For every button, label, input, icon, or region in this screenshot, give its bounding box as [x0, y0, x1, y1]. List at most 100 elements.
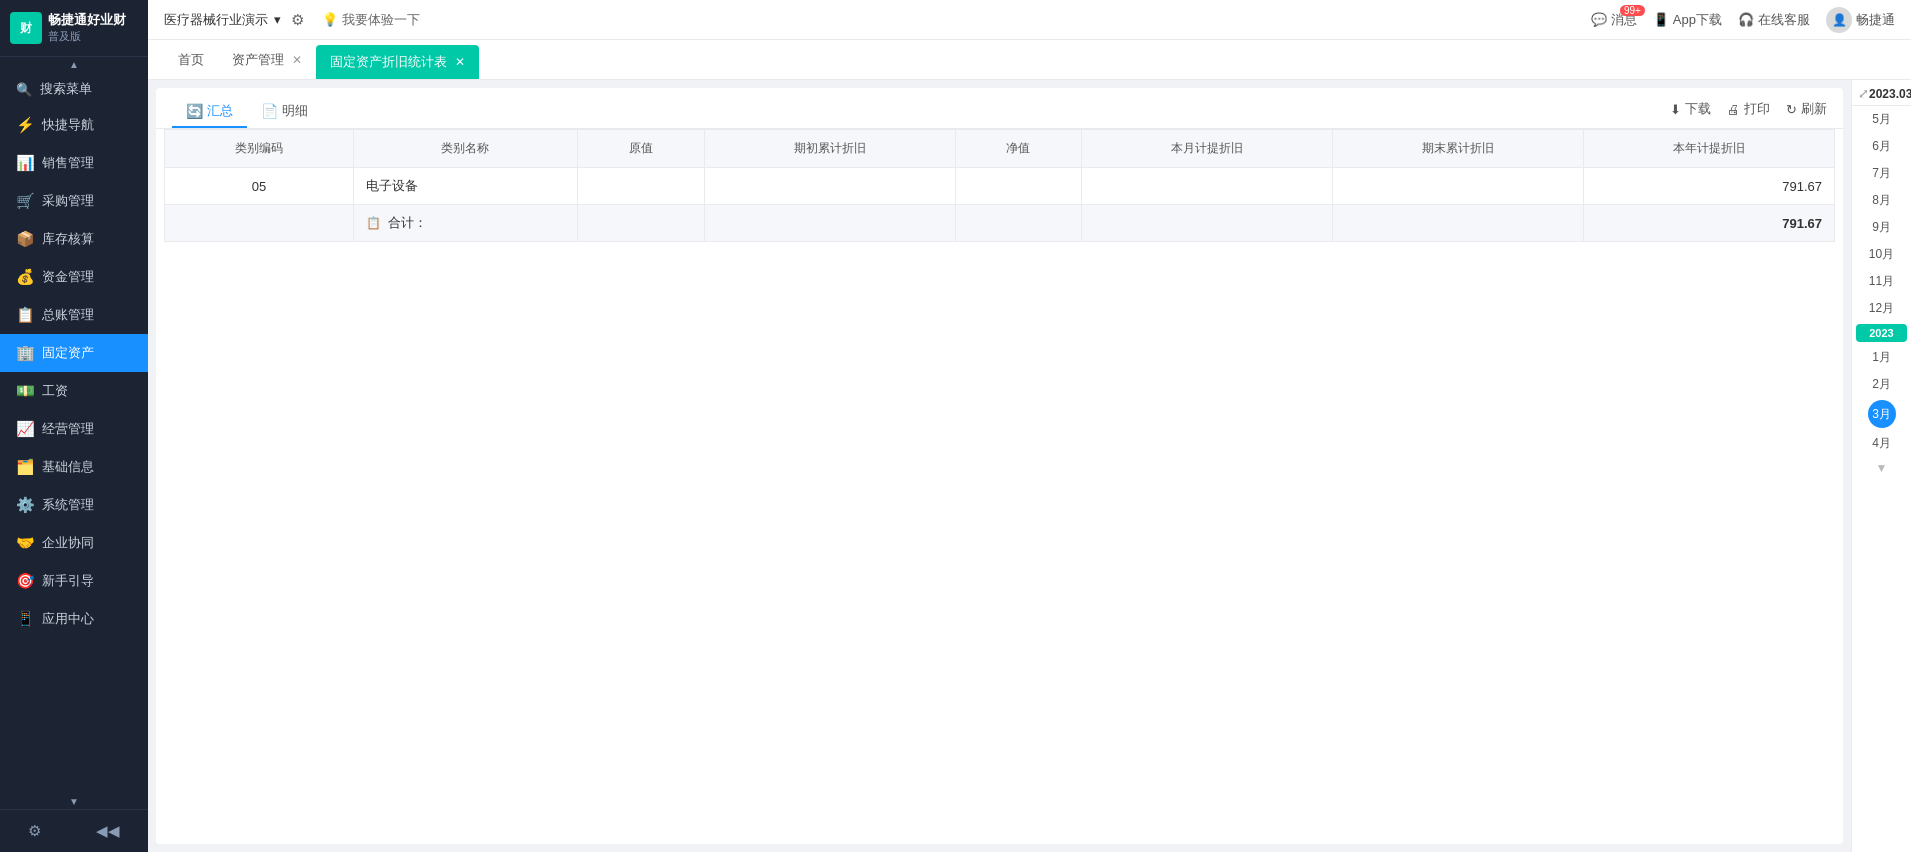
month-item-9[interactable]: 9月 [1852, 214, 1911, 241]
print-label: 打印 [1744, 100, 1770, 118]
sub-tab-summary[interactable]: 🔄 汇总 [172, 96, 247, 128]
sub-tab-detail[interactable]: 📄 明细 [247, 96, 322, 128]
sidebar-item-label: 销售管理 [42, 154, 94, 172]
month-item-1[interactable]: 1月 [1852, 344, 1911, 371]
sidebar-item-ledger[interactable]: 📋 总账管理 [0, 296, 148, 334]
app-download-label: App下载 [1673, 11, 1722, 29]
refresh-label: 刷新 [1801, 100, 1827, 118]
sidebar-item-label: 固定资产 [42, 344, 94, 362]
cell-annual-depreciation: 791.67 [1584, 168, 1835, 205]
bulb-icon: 💡 [322, 12, 338, 27]
main-content: 医疗器械行业演示 ▾ ⚙ 💡 我要体验一下 💬 消息 99+ 📱 App下载 🎧… [148, 0, 1911, 852]
payroll-icon: 💵 [16, 382, 34, 400]
sidebar-item-quick-nav[interactable]: ⚡ 快捷导航 [0, 106, 148, 144]
col-original-value: 原值 [577, 130, 704, 168]
headset-icon: 🎧 [1738, 12, 1754, 27]
subtotal-original-value [577, 205, 704, 242]
month-item-5[interactable]: 5月 [1852, 106, 1911, 133]
year-2023-label[interactable]: 2023 [1856, 324, 1907, 342]
topbar-right: 💬 消息 99+ 📱 App下载 🎧 在线客服 👤 畅捷通 [1591, 7, 1895, 33]
month-item-12[interactable]: 12月 [1852, 295, 1911, 322]
tab-home[interactable]: 首页 [164, 43, 218, 79]
sidebar-item-payroll[interactable]: 💵 工资 [0, 372, 148, 410]
sidebar-item-enterprise[interactable]: 🤝 企业协同 [0, 524, 148, 562]
sidebar-item-finance[interactable]: 💰 资金管理 [0, 258, 148, 296]
sidebar-item-inventory[interactable]: 📦 库存核算 [0, 220, 148, 258]
month-item-2[interactable]: 2月 [1852, 371, 1911, 398]
message-button[interactable]: 💬 消息 99+ [1591, 11, 1637, 29]
cell-category-name: 电子设备 [353, 168, 577, 205]
experience-button[interactable]: 💡 我要体验一下 [322, 11, 420, 29]
sidebar-item-label: 工资 [42, 382, 68, 400]
chevron-down-icon: ▾ [274, 12, 281, 27]
basic-info-icon: 🗂️ [16, 458, 34, 476]
subtotal-icon: 📋 [366, 216, 381, 230]
sub-tab-summary-label: 汇总 [207, 102, 233, 120]
sidebar-item-label: 库存核算 [42, 230, 94, 248]
month-item-6[interactable]: 6月 [1852, 133, 1911, 160]
subtotal-net-value [955, 205, 1082, 242]
subtotal-empty [165, 205, 354, 242]
table-row: 05 电子设备 791.67 [165, 168, 1835, 205]
sidebar-item-system[interactable]: ⚙️ 系统管理 [0, 486, 148, 524]
sidebar-item-label: 应用中心 [42, 610, 94, 628]
user-menu[interactable]: 👤 畅捷通 [1826, 7, 1895, 33]
sidebar-item-guide[interactable]: 🎯 新手引导 [0, 562, 148, 600]
month-item-8[interactable]: 8月 [1852, 187, 1911, 214]
customer-service-button[interactable]: 🎧 在线客服 [1738, 11, 1810, 29]
search-menu-button[interactable]: 🔍 搜索菜单 [0, 72, 148, 106]
date-panel-title: 2023.03 [1869, 87, 1911, 101]
summary-icon: 🔄 [186, 103, 203, 119]
date-nav-down[interactable]: ▼ [1852, 457, 1911, 479]
sidebar-item-label: 经营管理 [42, 420, 94, 438]
scroll-down[interactable]: ▼ [0, 794, 148, 809]
cell-initial-accumulated-depreciation [704, 168, 955, 205]
company-name: 医疗器械行业演示 [164, 11, 268, 29]
month-item-10[interactable]: 10月 [1852, 241, 1911, 268]
tab-asset-mgmt-close[interactable]: ✕ [292, 53, 302, 67]
topbar-settings-icon[interactable]: ⚙ [291, 11, 304, 29]
sidebar-item-fixed-assets[interactable]: 🏢 固定资产 [0, 334, 148, 372]
search-menu-label: 搜索菜单 [40, 80, 92, 98]
download-icon: 📱 [1653, 12, 1669, 27]
month-item-7[interactable]: 7月 [1852, 160, 1911, 187]
settings-button[interactable]: ⚙ [20, 818, 49, 844]
sidebar-item-label: 快捷导航 [42, 116, 94, 134]
subtotal-label: 📋 合计： [353, 205, 577, 242]
col-initial-accumulated-depreciation: 期初累计折旧 [704, 130, 955, 168]
date-panel-header-row: ⤢ 2023.03 ✕ [1852, 80, 1911, 106]
sidebar-item-label: 总账管理 [42, 306, 94, 324]
col-category-name: 类别名称 [353, 130, 577, 168]
sidebar-item-sales[interactable]: 📊 销售管理 [0, 144, 148, 182]
avatar: 👤 [1826, 7, 1852, 33]
tab-fixed-asset-depreciation-close[interactable]: ✕ [455, 55, 465, 69]
sidebar-item-label: 企业协同 [42, 534, 94, 552]
download-button[interactable]: ⬇ 下载 [1670, 100, 1711, 118]
scroll-up[interactable]: ▲ [0, 57, 148, 72]
tab-fixed-asset-depreciation[interactable]: 固定资产折旧统计表 ✕ [316, 45, 479, 79]
sidebar-item-operations[interactable]: 📈 经营管理 [0, 410, 148, 448]
subtotal-initial-accumulated-depreciation [704, 205, 955, 242]
subtotal-period-end-accumulated-depreciation [1333, 205, 1584, 242]
tab-asset-mgmt[interactable]: 资产管理 ✕ [218, 43, 316, 79]
subtotal-annual-depreciation: 791.67 [1584, 205, 1835, 242]
app-download-button[interactable]: 📱 App下载 [1653, 11, 1722, 29]
month-item-3-selected[interactable]: 3月 [1868, 400, 1896, 428]
sidebar-item-purchase[interactable]: 🛒 采购管理 [0, 182, 148, 220]
sidebar-item-app-center[interactable]: 📱 应用中心 [0, 600, 148, 638]
sidebar-item-basic-info[interactable]: 🗂️ 基础信息 [0, 448, 148, 486]
cell-monthly-depreciation [1082, 168, 1333, 205]
month-item-4[interactable]: 4月 [1852, 430, 1911, 457]
date-list: 5月 6月 7月 8月 9月 10月 11月 12月 2023 1月 2月 3月… [1852, 106, 1911, 852]
col-net-value: 净值 [955, 130, 1082, 168]
tab-home-label: 首页 [178, 51, 204, 69]
month-item-11[interactable]: 11月 [1852, 268, 1911, 295]
expand-icon[interactable]: ⤢ [1858, 86, 1869, 101]
inventory-icon: 📦 [16, 230, 34, 248]
refresh-button[interactable]: ↻ 刷新 [1786, 100, 1827, 118]
collapse-button[interactable]: ◀◀ [88, 818, 128, 844]
print-button[interactable]: 🖨 打印 [1727, 100, 1770, 118]
company-selector[interactable]: 医疗器械行业演示 ▾ [164, 11, 281, 29]
message-badge: 99+ [1620, 5, 1645, 16]
depreciation-table: 类别编码 类别名称 原值 期初累计折旧 净值 本月计提折旧 期末累计折旧 本年计… [164, 129, 1835, 242]
